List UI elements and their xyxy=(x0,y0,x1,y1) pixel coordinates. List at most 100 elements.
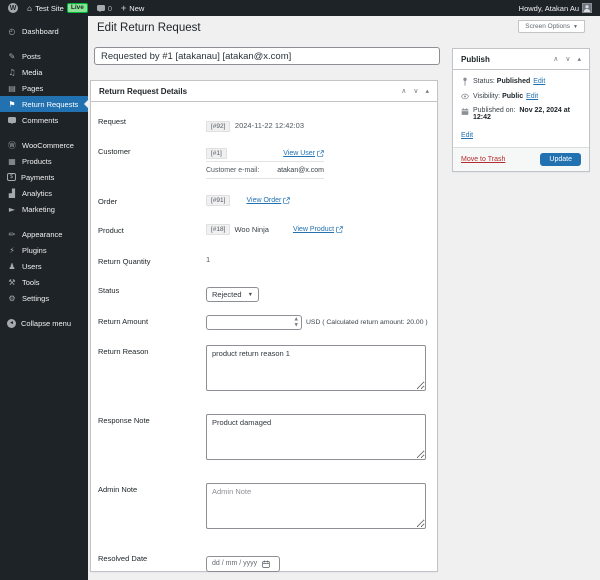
date-placeholder: dd / mm / yyyy xyxy=(212,560,258,567)
details-panel-header[interactable]: Return Request Details ∧ ∨ ▴ xyxy=(91,81,437,102)
update-button[interactable]: Update xyxy=(540,153,581,166)
view-user-link[interactable]: View User xyxy=(283,150,324,157)
return-reason-textarea[interactable]: product return reason 1 xyxy=(206,345,426,391)
external-link-icon xyxy=(317,149,324,157)
publish-status-value: Published xyxy=(496,78,531,85)
admin-note-textarea[interactable] xyxy=(206,483,426,529)
comments-icon xyxy=(8,116,16,124)
response-note-textarea[interactable]: Product damaged xyxy=(206,414,426,460)
sidebar-item-label: Collapse menu xyxy=(21,318,72,328)
sidebar-item-label: Pages xyxy=(22,83,44,93)
edit-status-link[interactable]: Edit xyxy=(533,78,545,85)
request-label: Request xyxy=(98,117,126,126)
move-down-icon[interactable]: ∨ xyxy=(413,87,418,95)
sidebar-item-label: Analytics xyxy=(22,188,53,198)
resolved-date-label: Resolved Date xyxy=(98,554,148,563)
site-name-menu[interactable]: ⌂ Test Site Live xyxy=(27,3,88,13)
number-spinner-icon[interactable]: ▲ ▼ xyxy=(295,317,298,328)
appearance-icon: ✏ xyxy=(8,229,16,239)
sidebar-item-marketing[interactable]: ► Marketing xyxy=(0,201,88,217)
move-down-icon[interactable]: ∨ xyxy=(565,55,570,63)
details-panel-title: Return Request Details xyxy=(99,86,188,96)
return-amount-input[interactable]: ▲ ▼ xyxy=(206,315,302,330)
sidebar-item-label: Comments xyxy=(22,115,59,125)
sidebar-item-settings[interactable]: ⚙ Settings xyxy=(0,290,88,306)
sidebar-item-plugins[interactable]: ⚡ Plugins xyxy=(0,242,88,258)
woocommerce-icon: Ⓦ xyxy=(8,140,16,150)
sidebar-item-dashboard[interactable]: ◴ Dashboard xyxy=(0,23,88,39)
edit-visibility-link[interactable]: Edit xyxy=(526,93,538,100)
order-id-badge: [#91] xyxy=(206,195,231,206)
pages-icon: ▤ xyxy=(8,83,16,93)
media-icon: ♫ xyxy=(8,67,16,77)
sidebar-item-posts[interactable]: ✎ Posts xyxy=(0,48,88,64)
posts-icon: ✎ xyxy=(8,51,16,61)
request-title-input[interactable] xyxy=(94,47,440,65)
toggle-panel-icon[interactable]: ▴ xyxy=(577,55,581,63)
sidebar-item-appearance[interactable]: ✏ Appearance xyxy=(0,226,88,242)
view-product-label: View Product xyxy=(292,226,335,233)
pushpin-icon xyxy=(463,77,467,86)
edit-published-date-link[interactable]: Edit xyxy=(461,132,473,139)
published-on-label: Published on: xyxy=(473,107,516,114)
plus-icon: + xyxy=(121,3,127,13)
sidebar-item-label: Posts xyxy=(22,51,41,61)
request-datetime: 2024-11-22 12:42:03 xyxy=(234,121,305,130)
eye-icon xyxy=(461,93,469,100)
sidebar-item-tools[interactable]: ⚒ Tools xyxy=(0,274,88,290)
comments-menu[interactable]: 0 xyxy=(96,3,113,13)
move-to-trash-link[interactable]: Move to Trash xyxy=(461,156,505,163)
admin-note-row: Admin Note xyxy=(98,483,431,552)
sidebar-item-return-requests[interactable]: ⚑ Return Requests xyxy=(0,96,88,112)
wp-logo-menu[interactable]: W xyxy=(8,3,18,13)
publish-panel-title: Publish xyxy=(461,54,490,64)
quantity-row: Return Quantity 1 xyxy=(98,255,431,284)
screen-options-button[interactable]: Screen Options ▼ xyxy=(518,20,585,33)
customer-row: Customer [#1] View User Customer e-mail:… xyxy=(98,145,431,195)
sidebar-item-collapse-menu[interactable]: ◄ Collapse menu xyxy=(0,315,88,331)
reason-row: Return Reason product return reason 1 xyxy=(98,345,431,414)
pushpin-icon: ⚑ xyxy=(8,99,16,109)
sidebar-item-label: Tools xyxy=(22,277,40,287)
admin-bar: W ⌂ Test Site Live 0 + New Howdy, Atakan… xyxy=(0,0,600,16)
view-order-link[interactable]: View Order xyxy=(246,197,291,204)
publish-panel-header[interactable]: Publish ∧ ∨ ▴ xyxy=(453,49,589,70)
move-up-icon[interactable]: ∧ xyxy=(401,87,406,95)
sidebar-item-woocommerce[interactable]: Ⓦ WooCommerce xyxy=(0,137,88,153)
account-menu[interactable]: Howdy, Atakan Au xyxy=(519,3,592,13)
calendar-icon xyxy=(461,108,469,115)
status-select[interactable]: Rejected ▼ xyxy=(206,287,260,302)
sidebar-item-comments[interactable]: Comments xyxy=(0,112,88,128)
admin-note-label: Admin Note xyxy=(98,485,138,494)
toggle-panel-icon[interactable]: ▴ xyxy=(425,87,429,95)
view-product-link[interactable]: View Product xyxy=(293,226,343,233)
live-environment-badge: Live xyxy=(66,3,88,13)
view-order-label: View Order xyxy=(246,197,282,204)
sidebar-item-label: Plugins xyxy=(22,245,47,255)
sidebar-item-pages[interactable]: ▤ Pages xyxy=(0,80,88,96)
sidebar-item-label: Media xyxy=(22,67,43,77)
status-publish-row: Status: Published Edit xyxy=(453,74,589,89)
new-content-menu[interactable]: + New xyxy=(121,3,144,13)
sidebar-item-products[interactable]: ▦ Products xyxy=(0,153,88,169)
sidebar-item-media[interactable]: ♫ Media xyxy=(0,64,88,80)
product-name: Woo Ninja xyxy=(234,225,269,234)
admin-sidebar: ◴ Dashboard ✎ Posts ♫ Media ▤ Pages ⚑ Return … xyxy=(0,16,88,580)
sidebar-item-analytics[interactable]: ▟ Analytics xyxy=(0,185,88,201)
sidebar-item-users[interactable]: ♟ Users xyxy=(0,258,88,274)
sidebar-item-label: Marketing xyxy=(22,204,55,214)
order-label: Order xyxy=(98,197,118,206)
sidebar-item-label: WooCommerce xyxy=(22,140,74,150)
published-on-row: Published on: Nov 22, 2024 at 12:42 xyxy=(453,104,589,124)
move-up-icon[interactable]: ∧ xyxy=(553,55,558,63)
sidebar-item-payments[interactable]: $ Payments xyxy=(0,169,88,185)
new-label: New xyxy=(129,3,145,13)
products-icon: ▦ xyxy=(8,156,16,166)
calendar-icon[interactable] xyxy=(262,560,270,568)
site-name: Test Site xyxy=(35,3,64,13)
resolved-date-input[interactable]: dd / mm / yyyy xyxy=(206,555,280,572)
reason-label: Return Reason xyxy=(98,347,149,356)
publish-actions: Move to Trash Update xyxy=(453,147,589,171)
comment-count: 0 xyxy=(107,3,113,13)
product-label: Product xyxy=(98,226,124,235)
